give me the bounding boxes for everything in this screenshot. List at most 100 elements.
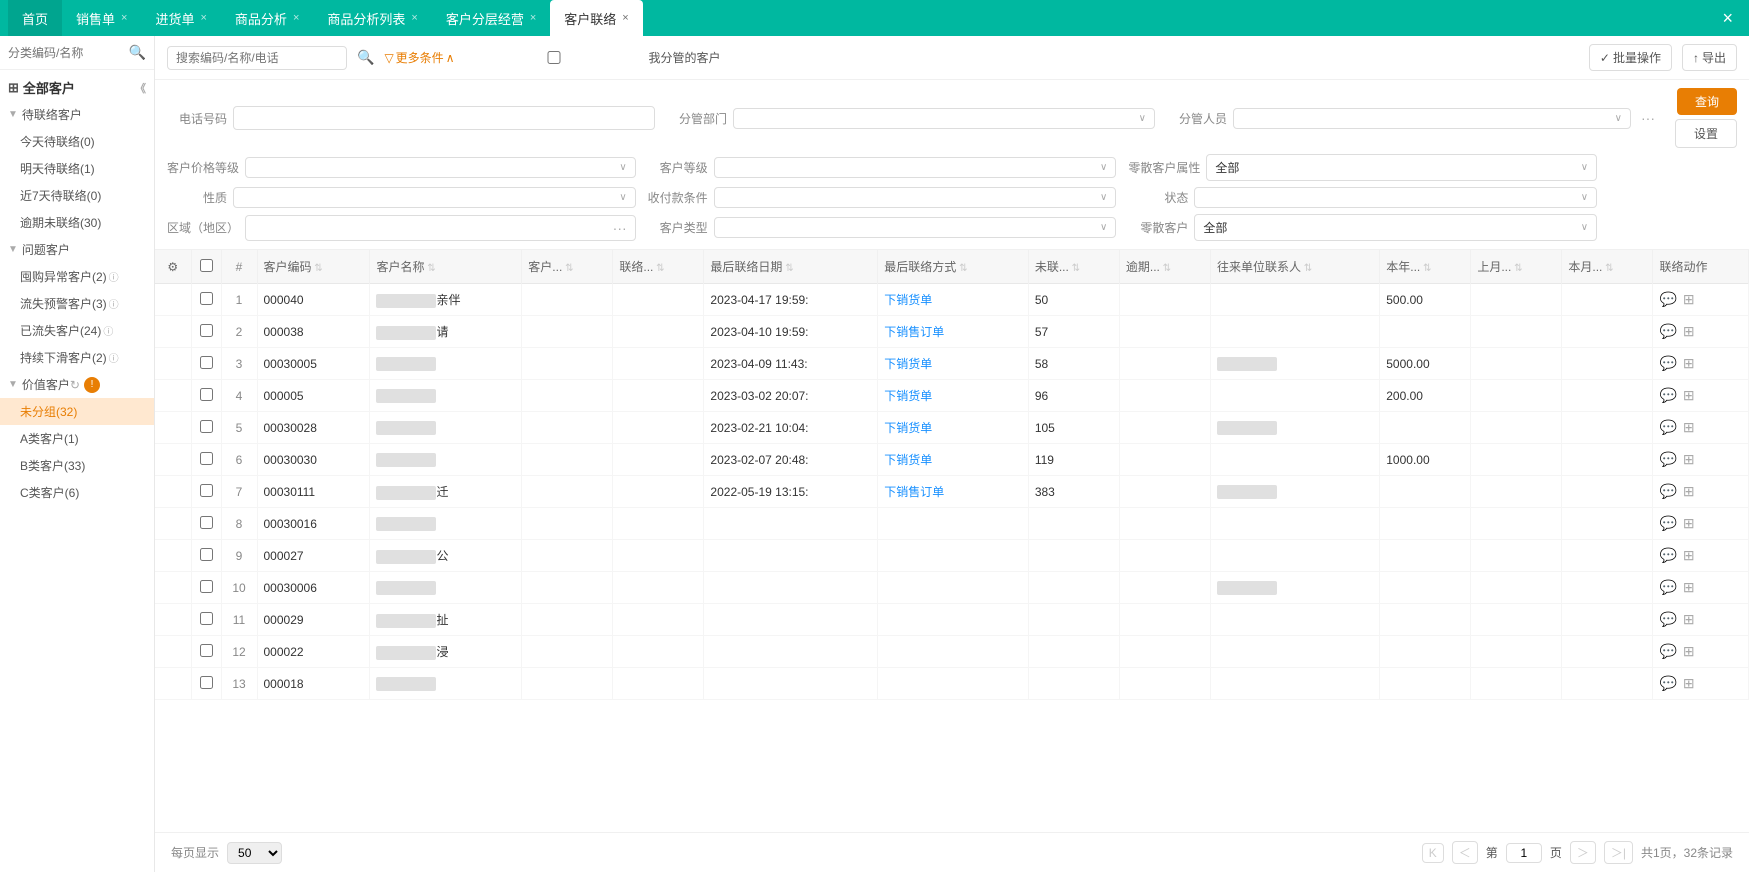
status-select[interactable]: ∨	[1194, 187, 1597, 208]
sidebar-item-ungroup[interactable]: 未分组(32)	[0, 398, 154, 425]
grid-action-icon[interactable]: ⊞	[1683, 515, 1695, 532]
region-select[interactable]: ···	[245, 215, 636, 241]
sidebar-item-class-b[interactable]: B类客户(33)	[0, 452, 154, 479]
query-btn[interactable]: 查询	[1677, 88, 1737, 115]
my-customers-check[interactable]	[464, 51, 644, 64]
nav-customer-contact-close[interactable]: ×	[622, 12, 628, 24]
last-method-link[interactable]: 下销货单	[884, 357, 932, 371]
nav-sales[interactable]: 销售单 ×	[62, 0, 141, 36]
last-method-link[interactable]: 下销售订单	[884, 485, 944, 499]
batch-op-btn[interactable]: ✓ 批量操作	[1589, 44, 1672, 71]
nav-customer-tier[interactable]: 客户分层经营 ×	[432, 0, 550, 36]
export-btn[interactable]: ↑ 导出	[1682, 44, 1737, 71]
row-check[interactable]	[191, 348, 221, 380]
grid-action-icon[interactable]: ⊞	[1683, 291, 1695, 308]
row-check[interactable]	[191, 284, 221, 316]
nature-select[interactable]: ∨	[233, 187, 636, 208]
refresh-icon[interactable]: ↻	[70, 378, 80, 392]
chat-icon[interactable]: 💬	[1659, 483, 1676, 500]
col-gear[interactable]: ⚙	[155, 250, 191, 284]
row-check[interactable]	[191, 412, 221, 444]
cust-type-select[interactable]: ∨	[714, 217, 1117, 238]
row-check[interactable]	[191, 668, 221, 700]
chat-icon[interactable]: 💬	[1659, 355, 1676, 372]
manager-select[interactable]: ∨	[1233, 108, 1631, 129]
dept-select[interactable]: ∨	[733, 108, 1155, 129]
nav-purchase[interactable]: 进货单 ×	[141, 0, 220, 36]
col-code[interactable]: 客户编码	[257, 250, 370, 284]
next-page-btn[interactable]: ＞	[1570, 841, 1596, 864]
nav-sales-close[interactable]: ×	[121, 12, 127, 24]
row-check[interactable]	[191, 316, 221, 348]
row-checkbox[interactable]	[200, 484, 213, 497]
first-page-btn[interactable]: K	[1422, 843, 1444, 863]
col-no-days[interactable]: 未联...	[1028, 250, 1119, 284]
col-check-all[interactable]	[191, 250, 221, 284]
close-all-btn[interactable]: ×	[1714, 8, 1741, 29]
sidebar-item-7days[interactable]: 近7天待联络(0)	[0, 182, 154, 209]
row-checkbox[interactable]	[200, 644, 213, 657]
last-method-link[interactable]: 下销货单	[884, 389, 932, 403]
chat-icon[interactable]: 💬	[1659, 323, 1676, 340]
col-year-amt[interactable]: 本年...	[1380, 250, 1471, 284]
grid-action-icon[interactable]: ⊞	[1683, 355, 1695, 372]
chat-icon[interactable]: 💬	[1659, 291, 1676, 308]
chat-icon[interactable]: 💬	[1659, 515, 1676, 532]
row-check[interactable]	[191, 636, 221, 668]
nav-customer-tier-close[interactable]: ×	[530, 12, 536, 24]
nav-analysis-list-close[interactable]: ×	[411, 12, 417, 24]
row-check[interactable]	[191, 444, 221, 476]
grid-action-icon[interactable]: ⊞	[1683, 451, 1695, 468]
grid-action-icon[interactable]: ⊞	[1683, 579, 1695, 596]
row-checkbox[interactable]	[200, 292, 213, 305]
phone-input[interactable]	[233, 106, 655, 130]
last-method-link[interactable]: 下销售订单	[884, 325, 944, 339]
cust-level-select[interactable]: ∨	[714, 157, 1117, 178]
row-checkbox[interactable]	[200, 516, 213, 529]
col-last-method[interactable]: 最后联络方式	[878, 250, 1029, 284]
grid-action-icon[interactable]: ⊞	[1683, 675, 1695, 692]
sidebar-item-declining[interactable]: 持续下滑客户(2) ⓘ	[0, 344, 154, 371]
per-page-select[interactable]: 50 20 100	[227, 842, 282, 864]
row-check[interactable]	[191, 540, 221, 572]
row-check[interactable]	[191, 572, 221, 604]
row-checkbox[interactable]	[200, 612, 213, 625]
grid-action-icon[interactable]: ⊞	[1683, 547, 1695, 564]
sidebar-search-input[interactable]	[8, 46, 125, 60]
nav-analysis-list[interactable]: 商品分析列表 ×	[313, 0, 431, 36]
prev-page-btn[interactable]: ＜	[1452, 841, 1478, 864]
col-last-month[interactable]: 上月...	[1471, 250, 1562, 284]
search-input[interactable]	[167, 46, 347, 70]
nav-analysis-close[interactable]: ×	[293, 12, 299, 24]
row-checkbox[interactable]	[200, 356, 213, 369]
grid-action-icon[interactable]: ⊞	[1683, 483, 1695, 500]
nav-home[interactable]: 首页	[8, 0, 62, 36]
row-check[interactable]	[191, 476, 221, 508]
payment-select[interactable]: ∨	[714, 187, 1117, 208]
filter-search-icon[interactable]: 🔍	[357, 49, 374, 66]
row-checkbox[interactable]	[200, 676, 213, 689]
chat-icon[interactable]: 💬	[1659, 643, 1676, 660]
nav-customer-contact[interactable]: 客户联络 ×	[550, 0, 642, 36]
price-level-select[interactable]: ∨	[245, 157, 636, 178]
last-method-link[interactable]: 下销货单	[884, 293, 932, 307]
grid-action-icon[interactable]: ⊞	[1683, 643, 1695, 660]
sidebar-item-class-a[interactable]: A类客户(1)	[0, 425, 154, 452]
sidebar-group-pending[interactable]: ▼ 待联络客户	[0, 101, 154, 128]
region-dots[interactable]: ···	[613, 220, 627, 236]
sidebar-group-value[interactable]: ▼ 价值客户 ↻ !	[0, 371, 154, 398]
reset-btn[interactable]: 设置	[1675, 119, 1737, 148]
col-name[interactable]: 客户名称	[370, 250, 522, 284]
chat-icon[interactable]: 💬	[1659, 547, 1676, 564]
sidebar-group-problem[interactable]: ▼ 问题客户	[0, 236, 154, 263]
col-overdue[interactable]: 逾期...	[1119, 250, 1210, 284]
sidebar-search-icon[interactable]: 🔍	[129, 44, 146, 61]
chat-icon[interactable]: 💬	[1659, 611, 1676, 628]
last-method-link[interactable]: 下销货单	[884, 421, 932, 435]
sidebar-item-class-c[interactable]: C类客户(6)	[0, 479, 154, 506]
collapse-arrow[interactable]: 《	[135, 80, 146, 96]
col-month[interactable]: 本月...	[1562, 250, 1653, 284]
my-customers-checkbox[interactable]: 我分管的客户	[464, 49, 720, 66]
chat-icon[interactable]: 💬	[1659, 387, 1676, 404]
row-checkbox[interactable]	[200, 452, 213, 465]
